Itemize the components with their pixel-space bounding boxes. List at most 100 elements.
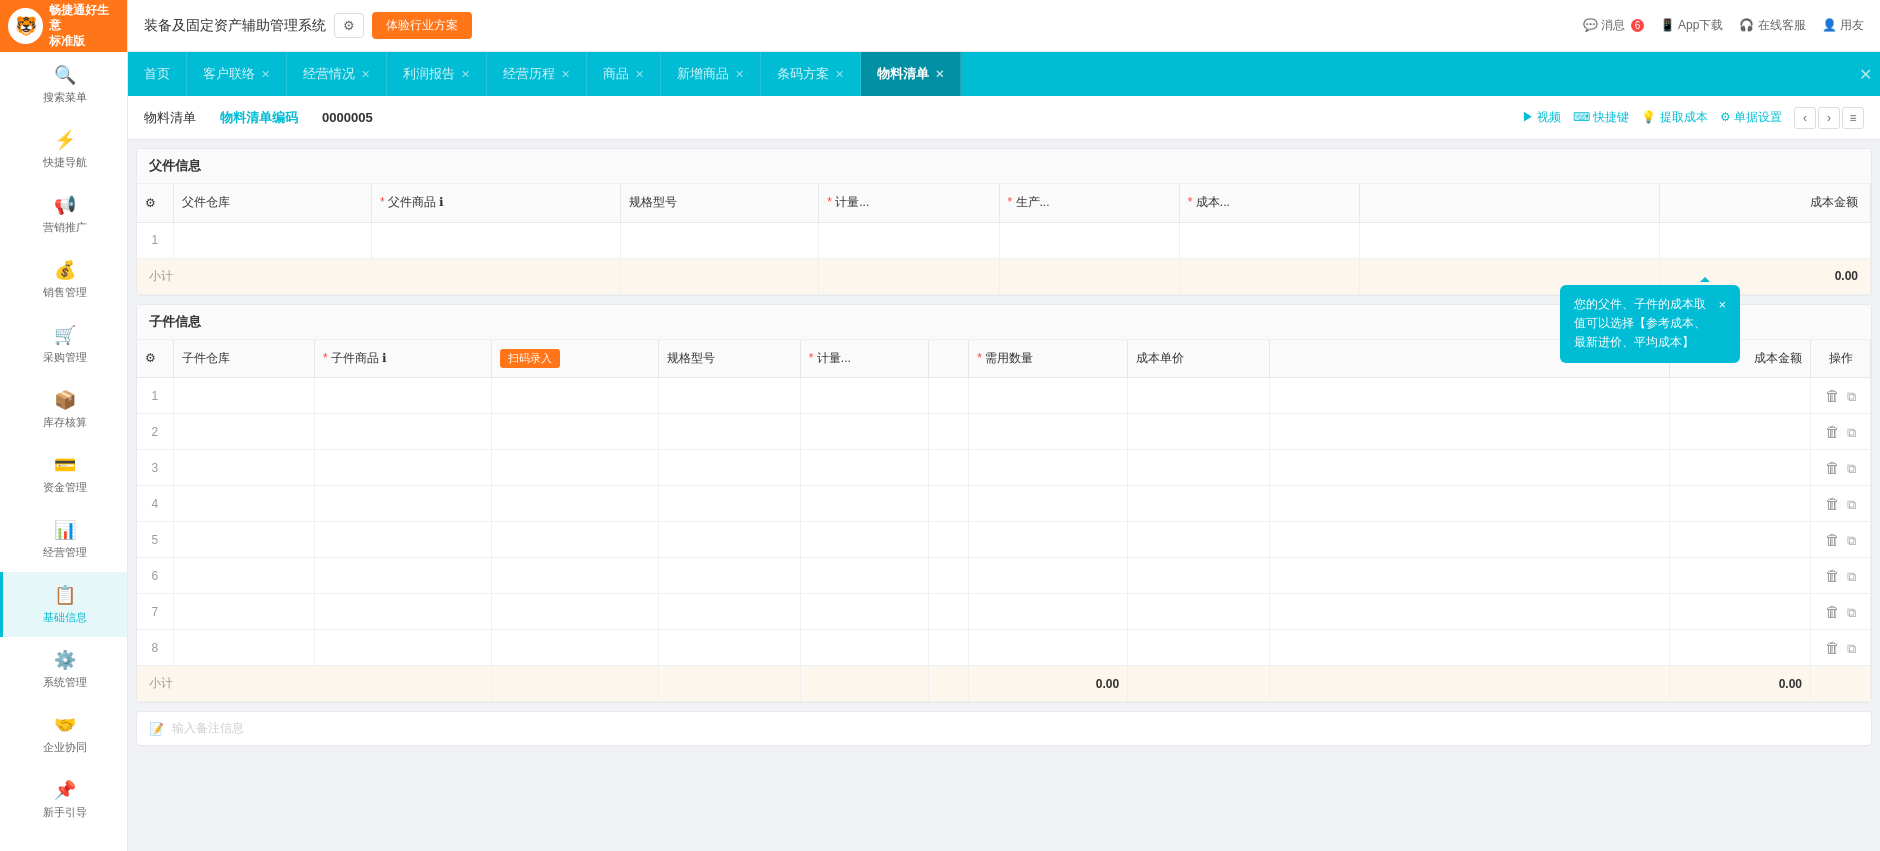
copy-icon-2[interactable]: ⧉ — [1845, 423, 1858, 442]
child-cell-unitcost-5[interactable] — [1128, 522, 1269, 558]
message-link[interactable]: 💬 消息 6 — [1583, 17, 1644, 34]
child-cell-qty-2[interactable] — [969, 414, 1128, 450]
parent-cell-unit-1[interactable] — [819, 222, 999, 258]
child-cell-warehouse-8[interactable] — [173, 630, 314, 666]
parent-cell-goods-1[interactable] — [372, 222, 621, 258]
child-cell-spec-3[interactable] — [659, 450, 800, 486]
tab-history[interactable]: 经营历程 ✕ — [487, 52, 587, 96]
tab-bom-close[interactable]: ✕ — [935, 68, 944, 81]
child-cell-unitcost-7[interactable] — [1128, 594, 1269, 630]
pager-prev[interactable]: ‹ — [1794, 107, 1816, 129]
tab-home[interactable]: 首页 — [128, 52, 187, 96]
th-child-settings[interactable]: ⚙ — [137, 340, 173, 378]
child-cell-unit-8[interactable] — [800, 630, 928, 666]
sidebar-item-purchase[interactable]: 🛒 采购管理 — [0, 312, 127, 377]
child-cell-spec-4[interactable] — [659, 486, 800, 522]
app-download-link[interactable]: 📱 App下载 — [1660, 17, 1723, 34]
parent-cell-spec-1[interactable] — [620, 222, 819, 258]
child-cell-qty-3[interactable] — [969, 450, 1128, 486]
parent-cell-produce-1[interactable] — [999, 222, 1179, 258]
th-parent-settings[interactable]: ⚙ — [137, 184, 173, 222]
view-video-link[interactable]: ▶ 视频 — [1522, 109, 1561, 126]
tab-customer-close[interactable]: ✕ — [261, 68, 270, 81]
child-cell-warehouse-4[interactable] — [173, 486, 314, 522]
tooltip-close-btn[interactable]: × — [1718, 295, 1726, 316]
copy-icon-6[interactable]: ⧉ — [1845, 567, 1858, 586]
tab-operations-close[interactable]: ✕ — [361, 68, 370, 81]
child-cell-qty-8[interactable] — [969, 630, 1128, 666]
child-cell-goods-6[interactable] — [314, 558, 491, 594]
tab-profit-close[interactable]: ✕ — [461, 68, 470, 81]
tab-history-close[interactable]: ✕ — [561, 68, 570, 81]
user-avatar[interactable]: 👤 用友 — [1822, 17, 1864, 34]
scan-input-btn[interactable]: 扫码录入 — [500, 349, 560, 368]
breadcrumb-main[interactable]: 物料清单 — [144, 109, 196, 127]
delete-icon-5[interactable]: 🗑 — [1823, 529, 1842, 550]
child-cell-warehouse-1[interactable] — [173, 378, 314, 414]
child-cell-unitcost-4[interactable] — [1128, 486, 1269, 522]
child-cell-qty-4[interactable] — [969, 486, 1128, 522]
pager-menu[interactable]: ≡ — [1842, 107, 1864, 129]
child-cell-goods-8[interactable] — [314, 630, 491, 666]
child-cell-unitcost-3[interactable] — [1128, 450, 1269, 486]
sidebar-item-basic[interactable]: 📋 基础信息 — [0, 572, 127, 637]
tab-bom[interactable]: 物料清单 ✕ — [861, 52, 961, 96]
sidebar-item-quicknav[interactable]: ⚡ 快捷导航 — [0, 117, 127, 182]
copy-icon-1[interactable]: ⧉ — [1845, 387, 1858, 406]
child-cell-unit-4[interactable] — [800, 486, 928, 522]
child-cell-unitcost-1[interactable] — [1128, 378, 1269, 414]
child-cell-goods-2[interactable] — [314, 414, 491, 450]
shortcut-link[interactable]: ⌨ 快捷键 — [1573, 109, 1629, 126]
delete-icon-2[interactable]: 🗑 — [1823, 421, 1842, 442]
child-cell-qty-7[interactable] — [969, 594, 1128, 630]
tab-customer[interactable]: 客户联络 ✕ — [187, 52, 287, 96]
sidebar-item-search[interactable]: 🔍 搜索菜单 — [0, 52, 127, 117]
trial-button[interactable]: 体验行业方案 — [372, 12, 472, 39]
child-cell-qty-5[interactable] — [969, 522, 1128, 558]
child-cell-warehouse-2[interactable] — [173, 414, 314, 450]
pager-next[interactable]: › — [1818, 107, 1840, 129]
child-cell-qty-1[interactable] — [969, 378, 1128, 414]
close-tab-btn[interactable]: ✕ — [1851, 65, 1880, 84]
child-cell-unit-3[interactable] — [800, 450, 928, 486]
child-cell-unit-6[interactable] — [800, 558, 928, 594]
sidebar-item-finance[interactable]: 💳 资金管理 — [0, 442, 127, 507]
online-service-link[interactable]: 🎧 在线客服 — [1739, 17, 1805, 34]
child-cell-unit-5[interactable] — [800, 522, 928, 558]
delete-icon-4[interactable]: 🗑 — [1823, 493, 1842, 514]
delete-icon-1[interactable]: 🗑 — [1823, 385, 1842, 406]
delete-icon-6[interactable]: 🗑 — [1823, 565, 1842, 586]
child-cell-goods-7[interactable] — [314, 594, 491, 630]
sidebar-item-sales[interactable]: 💰 销售管理 — [0, 247, 127, 312]
child-cell-unit-7[interactable] — [800, 594, 928, 630]
child-cell-unit-1[interactable] — [800, 378, 928, 414]
child-cell-warehouse-6[interactable] — [173, 558, 314, 594]
sidebar-item-inventory[interactable]: 📦 库存核算 — [0, 377, 127, 442]
child-cell-goods-1[interactable] — [314, 378, 491, 414]
tab-operations[interactable]: 经营情况 ✕ — [287, 52, 387, 96]
child-cell-spec-1[interactable] — [659, 378, 800, 414]
tab-newgoods-close[interactable]: ✕ — [735, 68, 744, 81]
tab-barcode-close[interactable]: ✕ — [835, 68, 844, 81]
sidebar-item-enterprise[interactable]: 🤝 企业协同 — [0, 702, 127, 767]
tab-barcode[interactable]: 条码方案 ✕ — [761, 52, 861, 96]
child-cell-spec-5[interactable] — [659, 522, 800, 558]
sidebar-item-marketing[interactable]: 📢 营销推广 — [0, 182, 127, 247]
copy-icon-4[interactable]: ⧉ — [1845, 495, 1858, 514]
child-cell-spec-6[interactable] — [659, 558, 800, 594]
copy-icon-3[interactable]: ⧉ — [1845, 459, 1858, 478]
tab-goods-close[interactable]: ✕ — [635, 68, 644, 81]
breadcrumb-sub[interactable]: 物料清单编码 — [220, 109, 298, 127]
settings-gear-button[interactable]: ⚙ — [334, 13, 364, 38]
child-cell-goods-4[interactable] — [314, 486, 491, 522]
cost-link[interactable]: 💡 提取成本 — [1641, 109, 1707, 126]
sidebar-item-guide[interactable]: 📌 新手引导 — [0, 767, 127, 832]
copy-icon-7[interactable]: ⧉ — [1845, 603, 1858, 622]
child-cell-warehouse-5[interactable] — [173, 522, 314, 558]
tab-profit[interactable]: 利润报告 ✕ — [387, 52, 487, 96]
child-cell-goods-3[interactable] — [314, 450, 491, 486]
delete-icon-8[interactable]: 🗑 — [1823, 637, 1842, 658]
child-cell-unitcost-8[interactable] — [1128, 630, 1269, 666]
child-cell-qty-6[interactable] — [969, 558, 1128, 594]
delete-icon-7[interactable]: 🗑 — [1823, 601, 1842, 622]
